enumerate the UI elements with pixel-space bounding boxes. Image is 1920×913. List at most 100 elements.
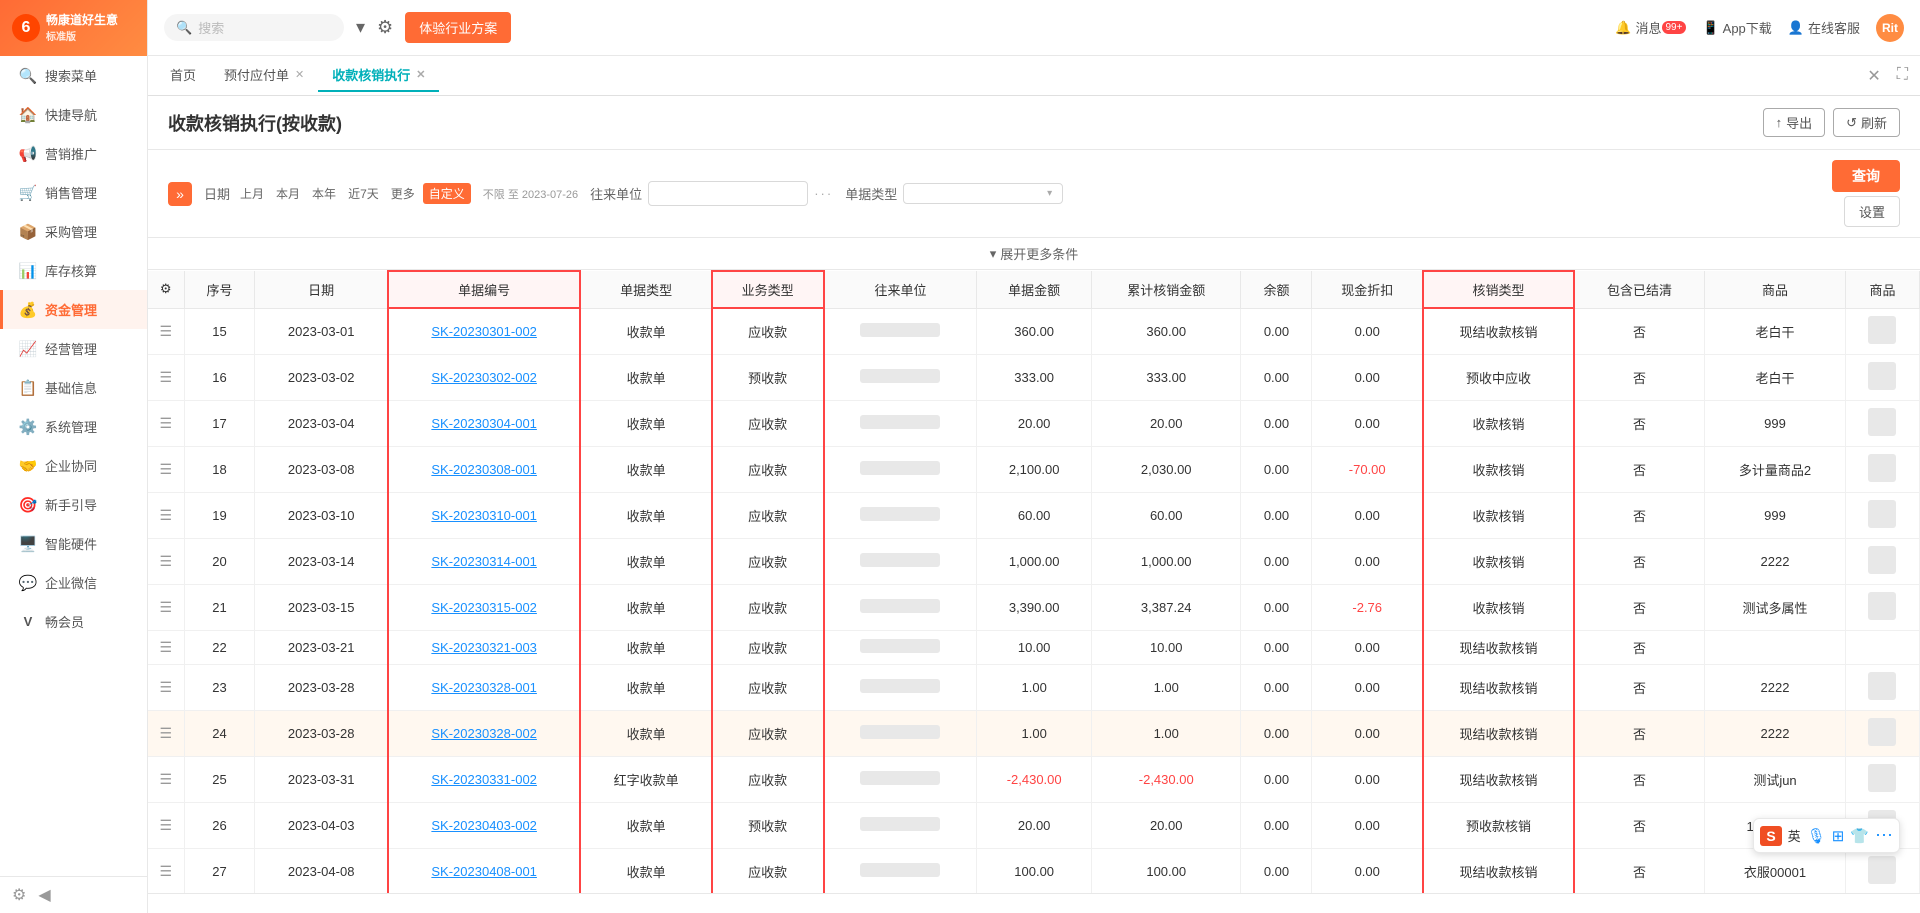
avatar[interactable]: Rit xyxy=(1876,14,1904,42)
column-settings-icon[interactable]: ⚙ xyxy=(160,281,172,296)
cell-settings[interactable]: ☰ xyxy=(148,400,184,446)
row-settings-icon[interactable]: ☰ xyxy=(159,369,172,385)
cell-accumulated: -2,430.00 xyxy=(1091,756,1241,802)
filter-counterpart-label: 往来单位 xyxy=(590,184,642,203)
filter-date-thismonth[interactable]: 本月 xyxy=(272,183,304,204)
gear-icon[interactable]: ⚙ xyxy=(377,17,393,38)
expand-more-button[interactable]: ▾ 展开更多条件 xyxy=(990,244,1079,263)
float-mic-icon[interactable]: 🎙 xyxy=(1807,827,1826,845)
sidebar-item-system[interactable]: ⚙️ 系统管理 xyxy=(0,407,147,446)
row-settings-icon[interactable]: ☰ xyxy=(159,415,172,431)
th-settings[interactable]: ⚙ xyxy=(148,271,184,308)
sidebar-item-member[interactable]: V 畅会员 xyxy=(0,602,147,641)
cell-bill-no[interactable]: SK-20230321-003 xyxy=(388,630,581,664)
float-more-icon[interactable]: ⋯ xyxy=(1875,825,1893,846)
cell-bill-no[interactable]: SK-20230408-001 xyxy=(388,848,581,893)
sidebar-item-label: 企业协同 xyxy=(45,456,97,475)
sidebar-item-basic[interactable]: 📋 基础信息 xyxy=(0,368,147,407)
row-settings-icon[interactable]: ☰ xyxy=(159,461,172,477)
query-button[interactable]: 查询 xyxy=(1832,160,1900,192)
sidebar-item-inventory[interactable]: 📊 库存核算 xyxy=(0,251,147,290)
row-settings-icon[interactable]: ☰ xyxy=(159,639,172,655)
sidebar-item-purchase[interactable]: 📦 采购管理 xyxy=(0,212,147,251)
setting-button[interactable]: 设置 xyxy=(1844,196,1900,227)
industry-btn[interactable]: 体验行业方案 xyxy=(405,12,511,43)
cell-bill-no[interactable]: SK-20230315-002 xyxy=(388,584,581,630)
cell-settings[interactable]: ☰ xyxy=(148,756,184,802)
notification-item[interactable]: 🔔 消息 99+ xyxy=(1615,18,1686,37)
online-service-item[interactable]: 👤 在线客服 xyxy=(1788,18,1860,37)
tab-collection[interactable]: 收款核销执行 ✕ xyxy=(318,59,439,92)
cell-bill-no[interactable]: SK-20230302-002 xyxy=(388,354,581,400)
cell-settings[interactable]: ☰ xyxy=(148,630,184,664)
row-settings-icon[interactable]: ☰ xyxy=(159,863,172,879)
float-grid-icon[interactable]: ⊞ xyxy=(1832,827,1845,845)
sidebar-item-collab[interactable]: 🤝 企业协同 xyxy=(0,446,147,485)
filter-date-thisyear[interactable]: 本年 xyxy=(308,183,340,204)
dropdown-icon[interactable]: ▾ xyxy=(356,17,365,38)
cell-settings[interactable]: ☰ xyxy=(148,354,184,400)
sidebar-item-ops[interactable]: 📈 经营管理 xyxy=(0,329,147,368)
cell-settings[interactable]: ☰ xyxy=(148,492,184,538)
row-settings-icon[interactable]: ☰ xyxy=(159,771,172,787)
cell-bill-no[interactable]: SK-20230308-001 xyxy=(388,446,581,492)
filter-date-7days[interactable]: 近7天 xyxy=(344,183,383,204)
row-settings-icon[interactable]: ☰ xyxy=(159,507,172,523)
cell-settings[interactable]: ☰ xyxy=(148,308,184,354)
tab-prepay[interactable]: 预付应付单 ✕ xyxy=(210,59,318,92)
sidebar-item-marketing[interactable]: 📢 营销推广 xyxy=(0,134,147,173)
collapse-icon[interactable]: ◀ xyxy=(38,885,50,905)
tab-collection-close[interactable]: ✕ xyxy=(416,68,425,81)
row-settings-icon[interactable]: ☰ xyxy=(159,599,172,615)
sidebar-item-quicknav[interactable]: 🏠 快捷导航 xyxy=(0,95,147,134)
cell-settings[interactable]: ☰ xyxy=(148,538,184,584)
cell-bill-no[interactable]: SK-20230328-002 xyxy=(388,710,581,756)
export-button[interactable]: ↑ 导出 xyxy=(1763,108,1826,137)
cell-settings[interactable]: ☰ xyxy=(148,848,184,893)
sidebar-item-hardware[interactable]: 🖥️ 智能硬件 xyxy=(0,524,147,563)
row-settings-icon[interactable]: ☰ xyxy=(159,817,172,833)
cell-bill-no[interactable]: SK-20230328-001 xyxy=(388,664,581,710)
cell-bill-no[interactable]: SK-20230304-001 xyxy=(388,400,581,446)
cell-bill-no[interactable]: SK-20230310-001 xyxy=(388,492,581,538)
row-settings-icon[interactable]: ☰ xyxy=(159,679,172,695)
cell-verify-type: 现结收款核销 xyxy=(1423,664,1574,710)
sidebar-item-sales[interactable]: 🛒 销售管理 xyxy=(0,173,147,212)
filter-counterpart-input[interactable] xyxy=(648,181,808,206)
sidebar-item-wechat[interactable]: 💬 企业微信 xyxy=(0,563,147,602)
filter-custom-button[interactable]: 自定义 xyxy=(423,183,471,204)
filter-expand-button[interactable]: » xyxy=(168,182,192,206)
filter-date-lastmonth[interactable]: 上月 xyxy=(236,183,268,204)
row-settings-icon[interactable]: ☰ xyxy=(159,553,172,569)
float-brand-icon[interactable]: S xyxy=(1760,826,1781,846)
cell-settings[interactable]: ☰ xyxy=(148,664,184,710)
cell-bill-no[interactable]: SK-20230301-002 xyxy=(388,308,581,354)
cell-settings[interactable]: ☰ xyxy=(148,710,184,756)
tab-prepay-close[interactable]: ✕ xyxy=(295,68,304,81)
settings-bottom-icon[interactable]: ⚙ xyxy=(12,885,26,905)
filter-billtype-select[interactable]: ▾ xyxy=(903,183,1063,204)
app-download-item[interactable]: 📱 App下载 xyxy=(1702,18,1771,37)
sidebar-item-search[interactable]: 🔍 搜索菜单 xyxy=(0,56,147,95)
row-settings-icon[interactable]: ☰ xyxy=(159,323,172,339)
cell-bill-no[interactable]: SK-20230403-002 xyxy=(388,802,581,848)
row-settings-icon[interactable]: ☰ xyxy=(159,725,172,741)
tab-home[interactable]: 首页 xyxy=(156,59,210,92)
sidebar-item-guide[interactable]: 🎯 新手引导 xyxy=(0,485,147,524)
cell-settings[interactable]: ☰ xyxy=(148,446,184,492)
tab-close-all-icon[interactable]: ✕ xyxy=(1863,62,1884,90)
cell-product2 xyxy=(1845,630,1919,664)
cell-settings[interactable]: ☰ xyxy=(148,802,184,848)
topbar-search[interactable]: 🔍 搜索 xyxy=(164,14,344,41)
table-scrollbar[interactable] xyxy=(148,893,1920,913)
cell-bill-no[interactable]: SK-20230331-002 xyxy=(388,756,581,802)
cell-balance: 0.00 xyxy=(1241,630,1312,664)
refresh-button[interactable]: ↺ 刷新 xyxy=(1833,108,1900,137)
cell-bill-no[interactable]: SK-20230314-001 xyxy=(388,538,581,584)
tab-expand-icon[interactable]: ⛶ xyxy=(1893,62,1912,90)
cell-settings[interactable]: ☰ xyxy=(148,584,184,630)
float-english-icon[interactable]: 英 xyxy=(1788,826,1801,845)
sidebar-item-finance[interactable]: 💰 资金管理 xyxy=(0,290,147,329)
filter-date-more[interactable]: 更多 xyxy=(387,183,419,204)
float-shirt-icon[interactable]: 👕 xyxy=(1850,827,1869,845)
